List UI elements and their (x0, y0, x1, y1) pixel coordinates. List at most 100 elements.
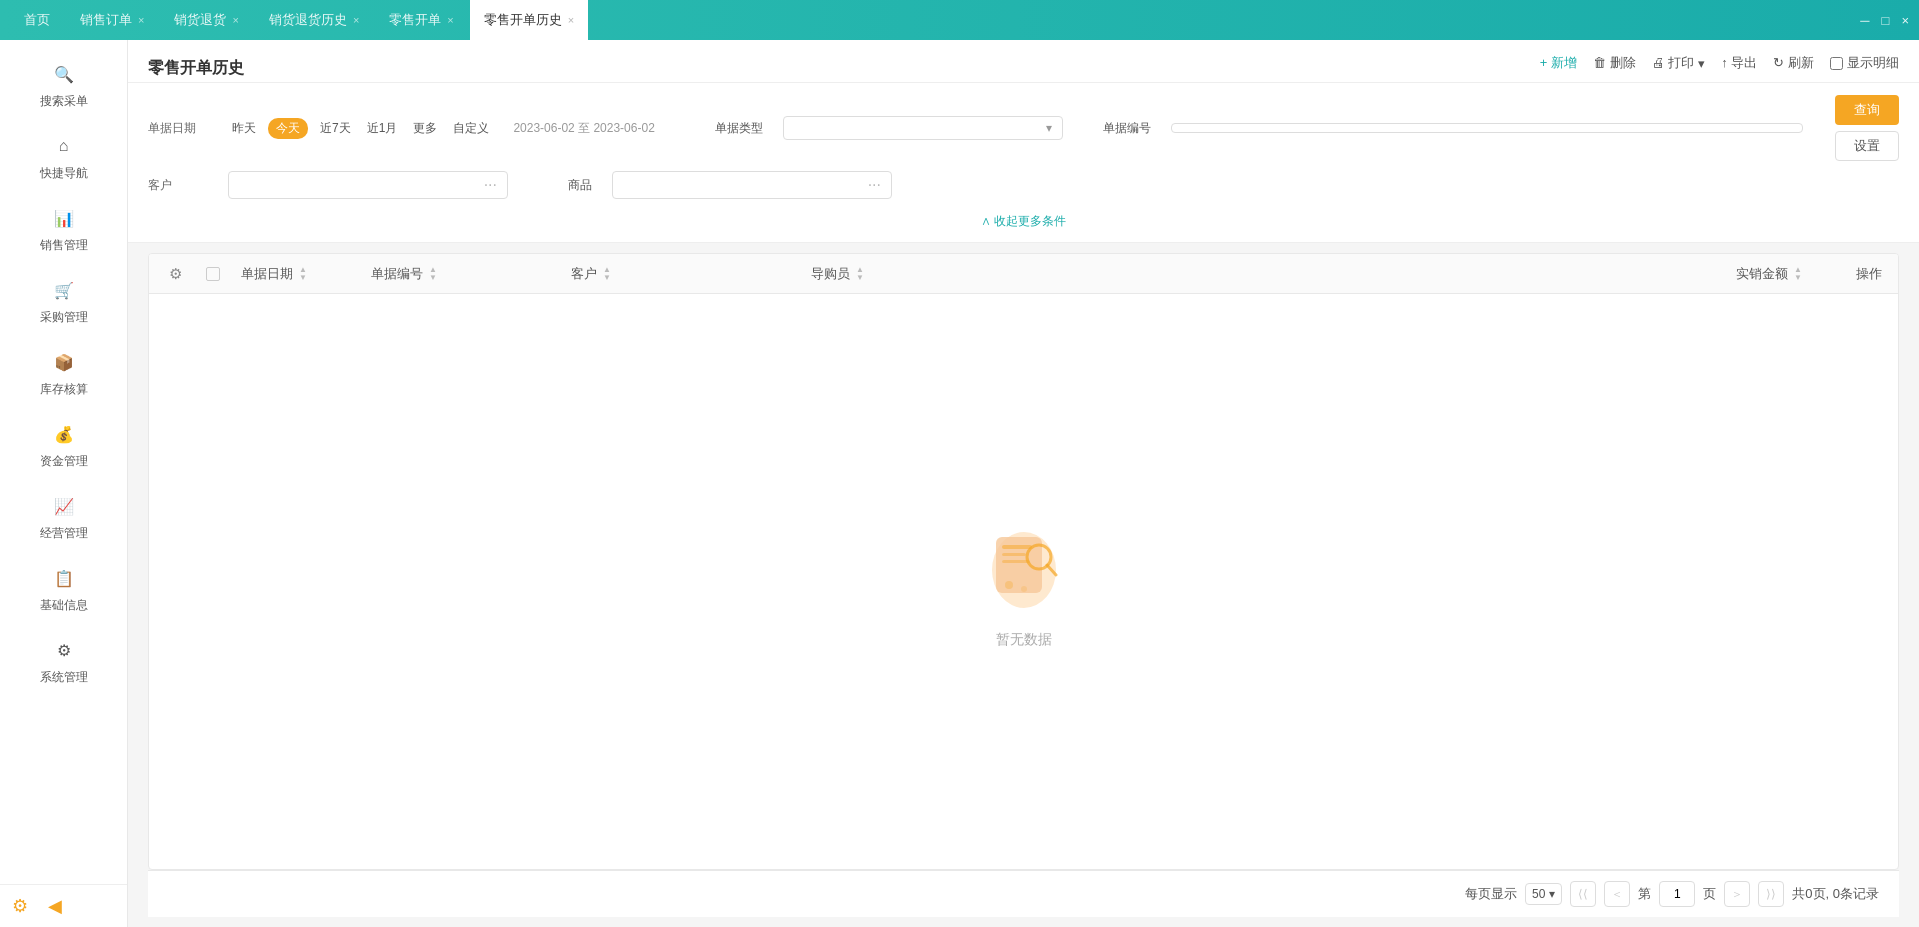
print-label: 🖨 打印 (1652, 54, 1695, 72)
empty-illustration (974, 515, 1074, 615)
sidebar-item-search[interactable]: 🔍 搜索采单 (0, 48, 127, 120)
th-settings[interactable]: ⚙ (157, 265, 193, 283)
add-button[interactable]: + 新增 (1540, 54, 1577, 72)
date-opt-7days[interactable]: 近7天 (316, 118, 355, 139)
order-no-filter-label: 单据编号 (1103, 120, 1151, 137)
th-amount: 实销金额 ▲ ▼ (953, 265, 1810, 283)
sidebar-item-finance[interactable]: 💰 资金管理 (0, 408, 127, 480)
sidebar-item-business[interactable]: 📈 经营管理 (0, 480, 127, 552)
display-detail-checkbox[interactable] (1830, 57, 1843, 70)
filter-area: 单据日期 昨天 今天 近7天 近1月 更多 自定义 2023-06-02 至 2… (128, 83, 1919, 243)
sidebar-settings-icon[interactable]: ⚙ (12, 895, 28, 917)
tab-home[interactable]: 首页 (10, 0, 64, 40)
table-wrapper: ⚙ 单据日期 ▲ ▼ 单据编号 (148, 253, 1899, 870)
th-customer-label: 客户 (571, 265, 597, 283)
goods-input[interactable]: ··· (612, 171, 892, 199)
tab-sales-order[interactable]: 销售订单 × (66, 0, 158, 40)
refresh-button[interactable]: ↻ 刷新 (1773, 54, 1814, 72)
per-page-select[interactable]: 50 ▾ (1525, 883, 1562, 905)
last-page-button[interactable]: ⟩⟩ (1758, 881, 1784, 907)
type-select[interactable]: ▾ (783, 116, 1063, 140)
search-icon: 🔍 (50, 60, 78, 88)
empty-text: 暂无数据 (996, 631, 1052, 649)
page-number-input[interactable] (1659, 881, 1695, 907)
column-settings-icon[interactable]: ⚙ (169, 265, 182, 283)
date-opt-today[interactable]: 今天 (268, 118, 308, 139)
basic-icon: 📋 (50, 564, 78, 592)
maximize-button[interactable]: □ (1882, 13, 1890, 28)
th-operation-label: 操作 (1856, 265, 1882, 283)
svg-point-7 (1005, 581, 1013, 589)
date-opt-1month[interactable]: 近1月 (363, 118, 402, 139)
order-no-sort-icon[interactable]: ▲ ▼ (429, 266, 437, 282)
sidebar-item-quick-nav[interactable]: ⌂ 快捷导航 (0, 120, 127, 192)
top-nav: 首页 销售订单 × 销货退货 × 销货退货历史 × 零售开单 × 零售开单历史 … (0, 0, 1919, 40)
date-opt-custom[interactable]: 自定义 (449, 118, 493, 139)
tab-retail-history[interactable]: 零售开单历史 × (470, 0, 588, 40)
svg-rect-2 (1002, 545, 1032, 549)
tab-retail-open-label: 零售开单 (389, 11, 441, 29)
close-retail-open-icon[interactable]: × (447, 14, 453, 26)
per-page-arrow: ▾ (1549, 887, 1555, 901)
customer-sort-icon[interactable]: ▲ ▼ (603, 266, 611, 282)
sidebar-item-purchase[interactable]: 🛒 采购管理 (0, 264, 127, 336)
select-all-checkbox[interactable] (206, 267, 220, 281)
sidebar-collapse-icon[interactable]: ◀ (48, 895, 62, 917)
sidebar-item-system[interactable]: ⚙ 系统管理 (0, 624, 127, 696)
th-customer: 客户 ▲ ▼ (563, 265, 803, 283)
tab-sales-return-label: 销货退货 (174, 11, 226, 29)
date-sort-icon[interactable]: ▲ ▼ (299, 266, 307, 282)
filter-row-2: 客户 ··· 商品 ··· (148, 171, 1899, 199)
print-button[interactable]: 🖨 打印 ▾ (1652, 54, 1706, 72)
tab-retail-open[interactable]: 零售开单 × (375, 0, 467, 40)
sidebar-item-inventory[interactable]: 📦 库存核算 (0, 336, 127, 408)
close-sales-return-icon[interactable]: × (232, 14, 238, 26)
sidebar-item-basic[interactable]: 📋 基础信息 (0, 552, 127, 624)
order-no-input[interactable] (1171, 123, 1803, 133)
page-label: 第 (1638, 885, 1651, 903)
delete-button[interactable]: 🗑 删除 (1593, 54, 1636, 72)
svg-rect-3 (1002, 553, 1026, 556)
next-page-button[interactable]: ＞ (1724, 881, 1750, 907)
export-button[interactable]: ↑ 导出 (1721, 54, 1757, 72)
customer-input[interactable]: ··· (228, 171, 508, 199)
type-select-arrow: ▾ (1046, 121, 1052, 135)
th-operation: 操作 (1810, 265, 1890, 283)
filter-row-1: 单据日期 昨天 今天 近7天 近1月 更多 自定义 2023-06-02 至 2… (148, 95, 1899, 161)
close-sales-order-icon[interactable]: × (138, 14, 144, 26)
close-retail-history-icon[interactable]: × (568, 14, 574, 26)
date-opt-more[interactable]: 更多 (409, 118, 441, 139)
tab-home-label: 首页 (24, 11, 50, 29)
close-sales-return-history-icon[interactable]: × (353, 14, 359, 26)
first-page-button[interactable]: ⟨⟨ (1570, 881, 1596, 907)
minimize-button[interactable]: ─ (1860, 13, 1869, 28)
type-filter-label: 单据类型 (715, 120, 763, 137)
th-date-label: 单据日期 (241, 265, 293, 283)
setting-button[interactable]: 设置 (1835, 131, 1899, 161)
tab-sales-return-history[interactable]: 销货退货历史 × (255, 0, 373, 40)
sidebar-item-sales[interactable]: 📊 销售管理 (0, 192, 127, 264)
total-text: 共0页, 0条记录 (1792, 885, 1879, 903)
svg-rect-4 (1002, 560, 1030, 563)
sidebar-item-purchase-label: 采购管理 (40, 309, 88, 326)
display-detail-checkbox-label[interactable]: 显示明细 (1830, 54, 1899, 72)
query-button[interactable]: 查询 (1835, 95, 1899, 125)
th-amount-label: 实销金额 (1736, 265, 1788, 283)
tab-sales-return[interactable]: 销货退货 × (160, 0, 252, 40)
date-filter-label: 单据日期 (148, 120, 208, 137)
tab-sales-order-label: 销售订单 (80, 11, 132, 29)
content-area: 零售开单历史 + 新增 🗑 删除 🖨 打印 ▾ ↑ 导出 ↻ 刷新 显示明细 (128, 40, 1919, 927)
page-suffix: 页 (1703, 885, 1716, 903)
print-arrow-icon: ▾ (1698, 56, 1705, 71)
prev-page-button[interactable]: ＜ (1604, 881, 1630, 907)
date-opt-yesterday[interactable]: 昨天 (228, 118, 260, 139)
guide-sort-icon[interactable]: ▲ ▼ (856, 266, 864, 282)
sidebar-item-finance-label: 资金管理 (40, 453, 88, 470)
amount-sort-icon[interactable]: ▲ ▼ (1794, 266, 1802, 282)
empty-svg (974, 515, 1074, 615)
goods-dots-icon: ··· (868, 176, 881, 194)
collapse-button[interactable]: ∧ 收起更多条件 (981, 213, 1066, 230)
date-range-text: 2023-06-02 至 2023-06-02 (513, 120, 654, 137)
table-area: ⚙ 单据日期 ▲ ▼ 单据编号 (128, 243, 1919, 927)
close-button[interactable]: × (1901, 13, 1909, 28)
